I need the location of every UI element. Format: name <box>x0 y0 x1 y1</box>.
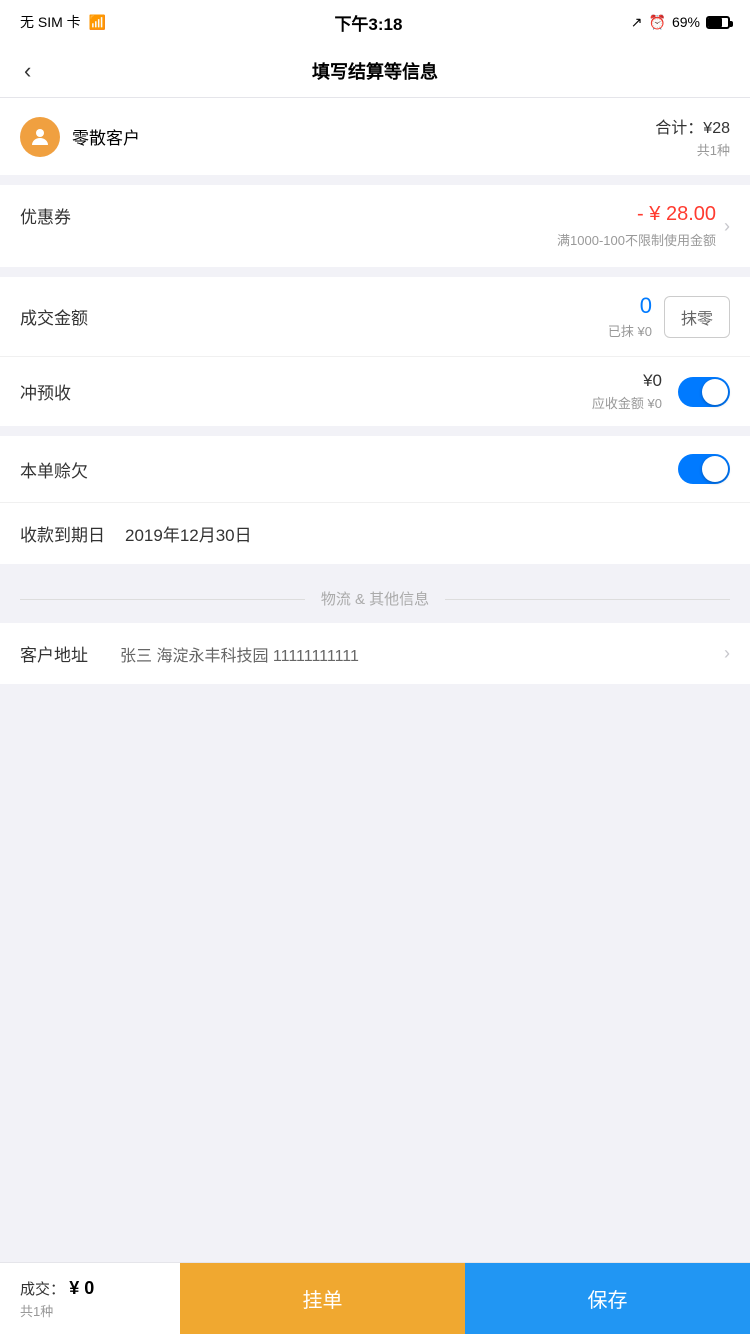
page-title: 填写结算等信息 <box>312 58 438 84</box>
hold-button[interactable]: 挂单 <box>180 1263 465 1334</box>
coupon-section[interactable]: 优惠券 - ¥ 28.00 满1000-100不限制使用金额 › <box>0 185 750 267</box>
round-button[interactable]: 抹零 <box>664 296 730 338</box>
coupon-amount: - ¥ 28.00 <box>557 203 716 226</box>
duedate-label: 收款到期日 <box>20 521 105 546</box>
credit-label: 本单赊欠 <box>20 457 88 482</box>
amount-col: 0 已抹 ¥0 <box>608 293 652 340</box>
prepay-col: ¥0 应收金额 ¥0 <box>592 371 662 412</box>
coupon-value-block: - ¥ 28.00 满1000-100不限制使用金额 <box>557 203 716 249</box>
amount-value: 0 <box>608 293 652 319</box>
customer-count: 共1种 <box>655 140 730 159</box>
hold-button-label: 挂单 <box>303 1284 343 1313</box>
bottom-summary: 成交： ¥ 0 共1种 <box>0 1278 180 1320</box>
amount-right: 0 已抹 ¥0 抹零 <box>608 293 730 340</box>
address-row[interactable]: 客户地址 张三 海淀永丰科技园 11111111111 › <box>0 623 750 684</box>
customer-left: 零散客户 <box>20 117 140 157</box>
credit-row: 本单赊欠 <box>0 436 750 502</box>
coupon-chevron-icon: › <box>724 216 730 237</box>
content: 零散客户 合计：¥28 共1种 优惠券 - ¥ 28.00 满1000-100不… <box>0 98 750 964</box>
address-label: 客户地址 <box>20 641 100 666</box>
logistics-title: 物流 & 其他信息 <box>305 591 445 608</box>
credit-section: 本单赊欠 收款到期日 2019年12月30日 <box>0 436 750 564</box>
section-divider <box>0 564 750 574</box>
amount-sub: 已抹 ¥0 <box>608 321 652 340</box>
alarm-icon: ⏰ <box>649 14 666 31</box>
status-time: 下午3:18 <box>334 10 402 35</box>
customer-name: 零散客户 <box>72 124 140 149</box>
customer-avatar <box>20 117 60 157</box>
amount-row: 成交金额 0 已抹 ¥0 抹零 <box>0 277 750 357</box>
coupon-right: - ¥ 28.00 满1000-100不限制使用金额 › <box>557 203 730 249</box>
bottom-bar: 成交： ¥ 0 共1种 挂单 保存 <box>0 1262 750 1334</box>
customer-row: 零散客户 合计：¥28 共1种 <box>0 98 750 175</box>
prepay-sub: 应收金额 ¥0 <box>592 393 662 412</box>
save-button[interactable]: 保存 <box>465 1263 750 1334</box>
prepay-row: 冲预收 ¥0 应收金额 ¥0 <box>0 357 750 426</box>
credit-toggle-knob <box>702 456 728 482</box>
prepay-right: ¥0 应收金额 ¥0 <box>592 371 730 412</box>
prepay-toggle[interactable] <box>678 377 730 407</box>
customer-right: 合计：¥28 共1种 <box>655 114 730 159</box>
sim-status: 无 SIM 卡 <box>20 12 81 32</box>
duedate-value: 2019年12月30日 <box>125 521 252 546</box>
prepay-value: ¥0 <box>592 371 662 391</box>
credit-toggle[interactable] <box>678 454 730 484</box>
battery-icon <box>706 16 730 29</box>
gray-space <box>0 684 750 884</box>
status-left: 无 SIM 卡 📶 <box>20 12 106 32</box>
logistics-header: 物流 & 其他信息 <box>0 574 750 623</box>
toggle-knob <box>702 379 728 405</box>
wifi-icon: 📶 <box>89 14 106 31</box>
address-chevron-icon: › <box>724 643 730 664</box>
transaction-section: 成交金额 0 已抹 ¥0 抹零 冲预收 ¥0 应收金额 ¥0 <box>0 277 750 426</box>
prepay-label: 冲预收 <box>20 379 71 404</box>
back-button[interactable]: ‹ <box>16 50 39 92</box>
status-right: ↗ ⏰ 69% <box>631 14 730 31</box>
location-icon: ↗ <box>631 14 643 31</box>
bottom-summary-row1: 成交： ¥ 0 <box>20 1278 160 1299</box>
duedate-row: 收款到期日 2019年12月30日 <box>0 502 750 564</box>
battery-percent: 69% <box>672 14 700 30</box>
coupon-desc: 满1000-100不限制使用金额 <box>557 230 716 249</box>
bottom-summary-label: 成交： <box>20 1281 65 1298</box>
amount-label: 成交金额 <box>20 304 88 329</box>
status-bar: 无 SIM 卡 📶 下午3:18 ↗ ⏰ 69% <box>0 0 750 44</box>
save-button-label: 保存 <box>588 1284 628 1313</box>
bottom-summary-count: 共1种 <box>20 1301 160 1320</box>
coupon-label: 优惠券 <box>20 203 71 228</box>
nav-bar: ‹ 填写结算等信息 <box>0 44 750 98</box>
bottom-summary-amount: ¥ 0 <box>69 1278 94 1298</box>
customer-total: 合计：¥28 <box>655 114 730 138</box>
coupon-row: 优惠券 - ¥ 28.00 满1000-100不限制使用金额 › <box>20 203 730 249</box>
address-value: 张三 海淀永丰科技园 11111111111 <box>120 642 724 666</box>
